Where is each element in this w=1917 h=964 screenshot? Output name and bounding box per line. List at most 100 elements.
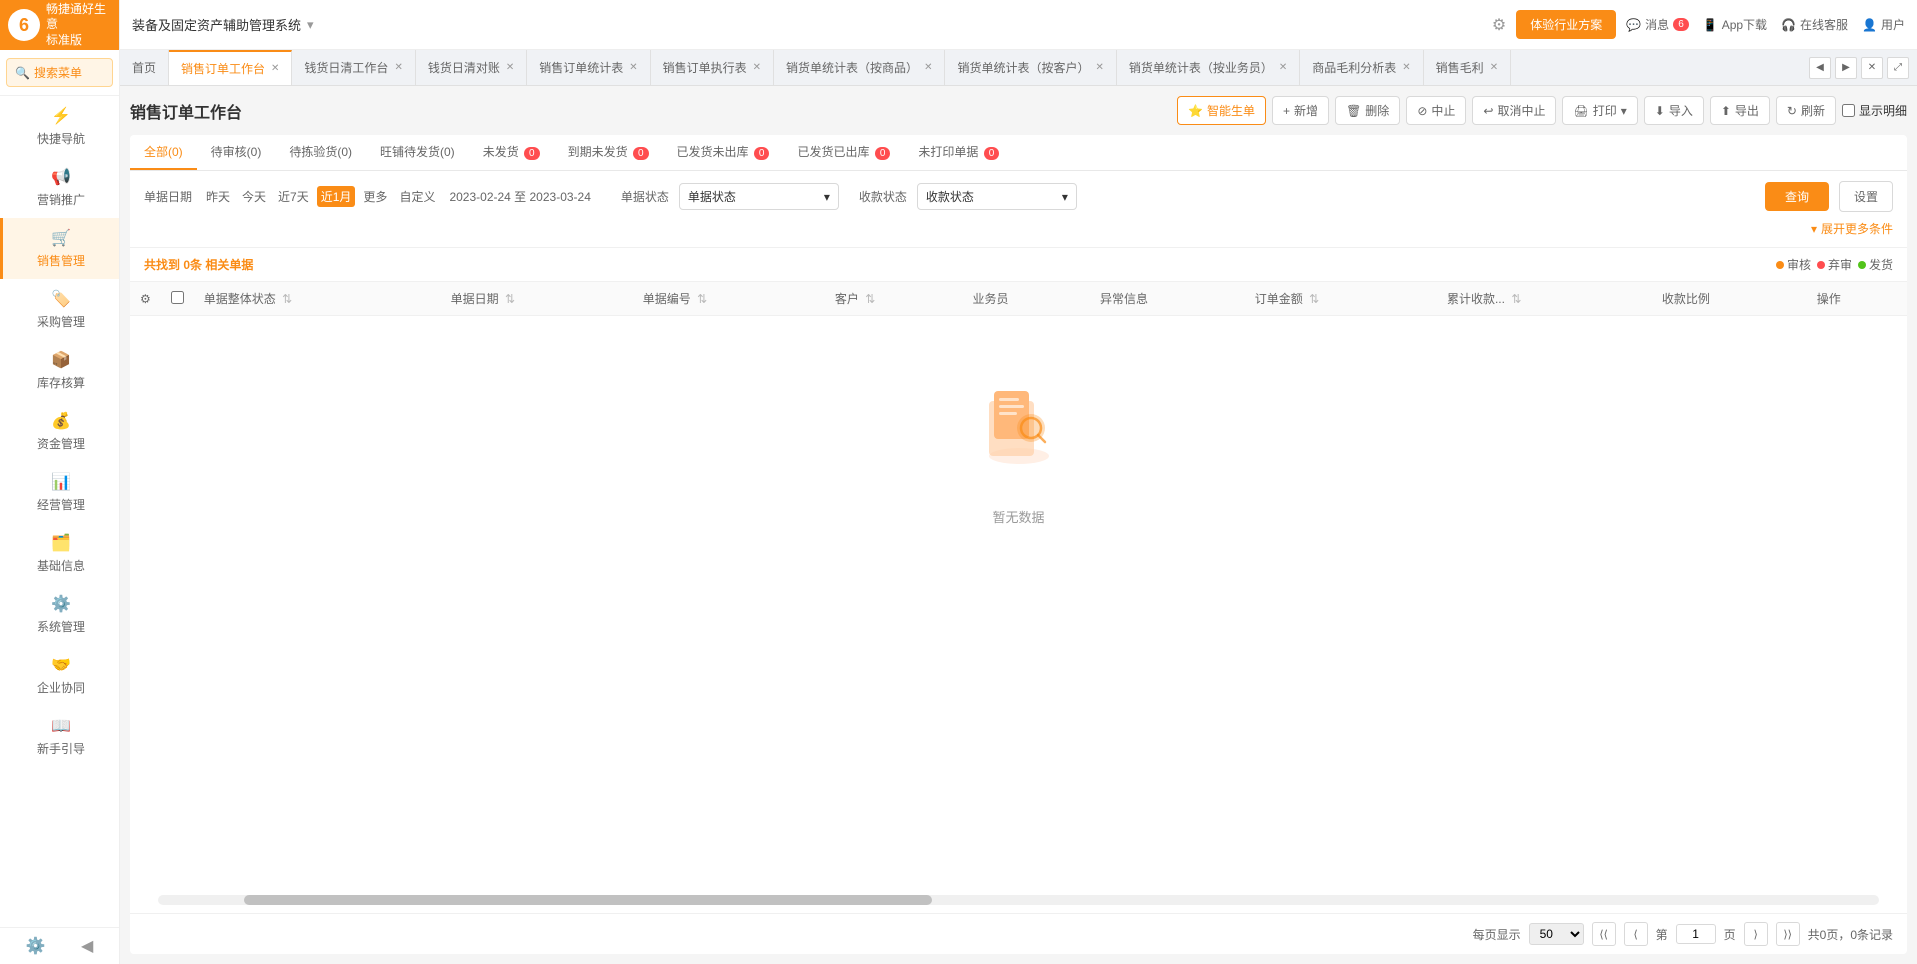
cancel-audit-action-button[interactable]: 弃审: [1817, 256, 1852, 273]
topbar-settings-icon[interactable]: ⚙: [1492, 15, 1506, 35]
tab-maximize-button[interactable]: ⤢: [1887, 57, 1909, 79]
sidebar-item-enterprise[interactable]: 🤝 企业协同: [0, 645, 119, 706]
date-opt-today[interactable]: 今天: [238, 186, 270, 207]
date-opt-yesterday[interactable]: 昨天: [202, 186, 234, 207]
date-opt-7days[interactable]: 近7天: [274, 186, 313, 207]
sidebar-item-guide[interactable]: 📖 新手引导: [0, 706, 119, 767]
filter-tab-pending-inspect[interactable]: 待拣验货(0): [275, 135, 366, 170]
tab-sales-order-stats[interactable]: 销售订单统计表 ✕: [527, 50, 650, 86]
next-page-button[interactable]: ⟩: [1744, 922, 1768, 946]
first-page-button[interactable]: ⟨⟨: [1592, 922, 1616, 946]
filter-tab-unprinted[interactable]: 未打印单据 0: [904, 135, 1013, 170]
sidebar-item-marketing[interactable]: 📢 营销推广: [0, 157, 119, 218]
filter-tab-pending-review[interactable]: 待审核(0): [197, 135, 276, 170]
filter-tab-all[interactable]: 全部(0): [130, 135, 197, 170]
tab-sales-gross-profit[interactable]: 销售毛利 ✕: [1424, 50, 1511, 86]
col-overall-status[interactable]: 单据整体状态 ⇅: [194, 282, 441, 316]
tab-close-icon[interactable]: ✕: [506, 62, 514, 73]
sidebar-item-finance[interactable]: 💰 资金管理: [0, 401, 119, 462]
page-input[interactable]: [1676, 924, 1716, 944]
search-menu-button[interactable]: 🔍 搜索菜单: [6, 58, 113, 87]
table-settings-col[interactable]: ⚙: [130, 282, 161, 316]
tab-close-all-button[interactable]: ✕: [1861, 57, 1883, 79]
tab-sales-order-exec[interactable]: 销售订单执行表 ✕: [651, 50, 774, 86]
tab-daily-clear-reconcile[interactable]: 钱货日清对账 ✕: [416, 50, 527, 86]
tab-close-icon[interactable]: ✕: [1095, 62, 1103, 73]
tab-sales-order-workbench[interactable]: 销售订单工作台 ✕: [169, 50, 292, 86]
cancel-stop-button[interactable]: ↩ 取消中止: [1472, 96, 1556, 125]
sidebar-item-purchase[interactable]: 🏷️ 采购管理: [0, 279, 119, 340]
refresh-button[interactable]: ↻ 刷新: [1776, 96, 1836, 125]
stop-button[interactable]: ⊘ 中止: [1406, 96, 1466, 125]
delete-button[interactable]: 🗑 删除: [1335, 96, 1400, 125]
tab-sales-stats-salesperson[interactable]: 销货单统计表（按业务员） ✕: [1117, 50, 1300, 86]
prev-page-button[interactable]: ⟨: [1624, 922, 1648, 946]
tab-close-icon[interactable]: ✕: [271, 63, 279, 74]
table-scroll-area[interactable]: ⚙ 单据整体状态 ⇅ 单据日期 ⇅: [130, 282, 1907, 887]
filter-tab-wangpu-ship[interactable]: 旺铺待发货(0): [366, 135, 469, 170]
sidebar-item-system[interactable]: ⚙️ 系统管理: [0, 584, 119, 645]
export-button[interactable]: ⬆ 导出: [1710, 96, 1770, 125]
col-number[interactable]: 单据编号 ⇅: [633, 282, 825, 316]
add-button[interactable]: + 新增: [1272, 96, 1329, 125]
col-date[interactable]: 单据日期 ⇅: [441, 282, 633, 316]
show-detail-checkbox[interactable]: [1842, 104, 1855, 117]
tab-next-button[interactable]: ▶: [1835, 57, 1857, 79]
sidebar-item-sales[interactable]: 🛒 销售管理: [0, 218, 119, 279]
settings-icon[interactable]: ⚙️: [26, 936, 46, 956]
logo-icon: 6: [8, 9, 40, 41]
app-download-button[interactable]: 📱 App下载: [1703, 16, 1767, 33]
col-total-payment[interactable]: 累计收款... ⇅: [1437, 282, 1652, 316]
ship-action-button[interactable]: 发货: [1858, 256, 1893, 273]
tab-close-icon[interactable]: ✕: [753, 62, 761, 73]
payment-select[interactable]: 收款状态 ▾: [917, 183, 1077, 210]
tab-prev-button[interactable]: ◀: [1809, 57, 1831, 79]
horizontal-scrollbar[interactable]: [158, 895, 1879, 905]
tab-gross-profit-analysis[interactable]: 商品毛利分析表 ✕: [1300, 50, 1423, 86]
messages-button[interactable]: 💬 消息 6: [1626, 16, 1689, 33]
tab-sales-stats-customer[interactable]: 销货单统计表（按客户） ✕: [945, 50, 1116, 86]
dropdown-arrow-icon[interactable]: ▾: [307, 17, 314, 33]
star-icon: ⭐: [1188, 104, 1203, 118]
set-button[interactable]: 设置: [1839, 181, 1893, 212]
tab-close-icon[interactable]: ✕: [1490, 62, 1498, 73]
tab-daily-clear-workbench[interactable]: 钱货日清工作台 ✕: [292, 50, 415, 86]
filter-tab-overdue-unshipped[interactable]: 到期未发货 0: [554, 135, 663, 170]
horizontal-scrollbar-thumb[interactable]: [244, 895, 932, 905]
date-opt-custom[interactable]: 自定义: [395, 186, 439, 207]
query-button[interactable]: 查询: [1765, 182, 1829, 211]
expand-filter-button[interactable]: ▾ 展开更多条件: [1811, 220, 1893, 237]
filter-tab-unshipped[interactable]: 未发货 0: [469, 135, 554, 170]
sidebar-item-quick-nav[interactable]: ⚡ 快捷导航: [0, 96, 119, 157]
filter-tab-shipped-not-out[interactable]: 已发货未出库 0: [663, 135, 784, 170]
tab-home[interactable]: 首页: [120, 50, 169, 86]
tab-close-icon[interactable]: ✕: [924, 62, 932, 73]
select-all-checkbox[interactable]: [171, 291, 184, 304]
tab-sales-stats-product[interactable]: 销货单统计表（按商品） ✕: [774, 50, 945, 86]
filter-tab-shipped-out[interactable]: 已发货已出库 0: [783, 135, 904, 170]
col-order-amount[interactable]: 订单金额 ⇅: [1245, 282, 1437, 316]
tab-close-icon[interactable]: ✕: [1279, 62, 1287, 73]
import-button[interactable]: ⬇ 导入: [1644, 96, 1704, 125]
smart-create-button[interactable]: ⭐ 智能生单: [1177, 96, 1266, 125]
online-service-button[interactable]: 🎧 在线客服: [1781, 16, 1848, 33]
promo-button[interactable]: 体验行业方案: [1516, 10, 1616, 39]
audit-action-button[interactable]: 审核: [1776, 256, 1811, 273]
tab-close-icon[interactable]: ✕: [629, 62, 637, 73]
collapse-icon[interactable]: ◀: [81, 936, 93, 956]
col-customer[interactable]: 客户 ⇅: [825, 282, 963, 316]
user-menu-button[interactable]: 👤 用户: [1862, 16, 1905, 33]
status-select[interactable]: 单据状态 ▾: [679, 183, 839, 210]
tab-close-icon[interactable]: ✕: [394, 62, 402, 73]
system-icon: ⚙️: [51, 594, 71, 614]
sidebar-item-inventory[interactable]: 📦 库存核算: [0, 340, 119, 401]
sidebar-item-base-info[interactable]: 🗂️ 基础信息: [0, 523, 119, 584]
per-page-select[interactable]: 50 100 200: [1529, 923, 1584, 945]
show-detail-checkbox-label[interactable]: 显示明细: [1842, 102, 1907, 119]
tab-close-icon[interactable]: ✕: [1402, 62, 1410, 73]
date-opt-1month[interactable]: 近1月: [317, 186, 356, 207]
sidebar-item-operations[interactable]: 📊 经营管理: [0, 462, 119, 523]
print-button[interactable]: 🖨 打印 ▾: [1562, 96, 1637, 125]
last-page-button[interactable]: ⟩⟩: [1776, 922, 1800, 946]
date-opt-more[interactable]: 更多: [359, 186, 391, 207]
